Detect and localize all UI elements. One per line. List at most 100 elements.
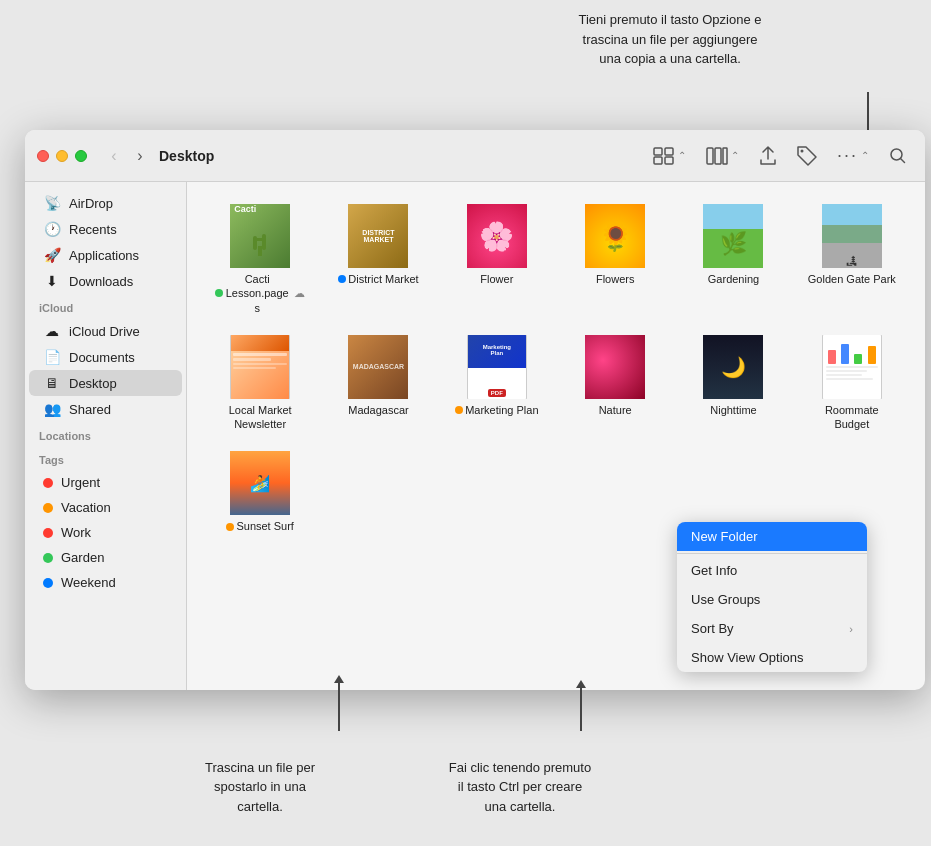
file-local-market-name: Local MarketNewsletter	[229, 403, 292, 432]
traffic-lights	[37, 150, 87, 162]
content-area: 📡 AirDrop 🕐 Recents 🚀 Applications ⬇ Dow…	[25, 182, 925, 690]
file-cacti-name: CactiLesson.pages ☁	[215, 272, 305, 315]
sidebar-item-urgent[interactable]: Urgent	[29, 470, 182, 495]
airdrop-icon: 📡	[43, 195, 61, 211]
applications-icon: 🚀	[43, 247, 61, 263]
close-button[interactable]	[37, 150, 49, 162]
more-button[interactable]: ··· ⌃	[831, 141, 875, 170]
ctx-show-view-options[interactable]: Show View Options	[677, 643, 867, 672]
svg-rect-4	[707, 148, 713, 164]
view-chevron: ⌃	[678, 150, 686, 161]
sidebar-item-recents[interactable]: 🕐 Recents	[29, 216, 182, 242]
window-title: Desktop	[159, 148, 214, 164]
svg-rect-6	[723, 148, 727, 164]
svg-rect-9	[258, 246, 262, 256]
sidebar-item-documents[interactable]: 📄 Documents	[29, 344, 182, 370]
file-sunset[interactable]: 🏄 Sunset Surf	[203, 445, 317, 539]
svg-rect-5	[715, 148, 721, 164]
fullscreen-button[interactable]	[75, 150, 87, 162]
sidebar-item-vacation[interactable]: Vacation	[29, 495, 182, 520]
arrow-bottom-right-head	[576, 680, 586, 688]
ctx-new-folder[interactable]: New Folder	[677, 522, 867, 551]
svg-rect-0	[654, 148, 662, 155]
svg-point-7	[800, 149, 803, 152]
ctx-sort-by[interactable]: Sort By ›	[677, 614, 867, 643]
file-flower-name: Flower	[480, 272, 513, 286]
svg-rect-3	[665, 157, 673, 164]
sidebar-item-icloud-drive[interactable]: ☁ iCloud Drive	[29, 318, 182, 344]
files-grid: Cacti	[203, 198, 909, 540]
sidebar-item-desktop[interactable]: 🖥 Desktop	[29, 370, 182, 396]
vacation-dot	[43, 503, 53, 513]
sidebar-item-airdrop[interactable]: 📡 AirDrop	[29, 190, 182, 216]
weekend-dot	[43, 578, 53, 588]
files-area: Cacti	[187, 182, 925, 690]
file-roommate[interactable]: RoommateBudget	[795, 329, 909, 438]
svg-rect-2	[654, 157, 662, 164]
urgent-dot	[43, 478, 53, 488]
arrow-bottom-left-head	[334, 675, 344, 683]
documents-icon: 📄	[43, 349, 61, 365]
back-button[interactable]: ‹	[103, 145, 125, 167]
view-list-button[interactable]: ⌃	[700, 143, 745, 169]
shared-icon: 👥	[43, 401, 61, 417]
sort-by-chevron: ›	[849, 623, 853, 635]
file-sunset-name: Sunset Surf	[226, 519, 293, 533]
recents-icon: 🕐	[43, 221, 61, 237]
ctx-separator-1	[677, 553, 867, 554]
file-flowers-name: Flowers	[596, 272, 635, 286]
file-madagascar[interactable]: MADAGASCAR Madagascar	[321, 329, 435, 438]
work-dot	[43, 528, 53, 538]
minimize-button[interactable]	[56, 150, 68, 162]
sidebar-item-shared[interactable]: 👥 Shared	[29, 396, 182, 422]
sidebar-item-downloads[interactable]: ⬇ Downloads	[29, 268, 182, 294]
locations-section-label: Locations	[25, 422, 186, 446]
file-district[interactable]: DISTRICTMARKET District Market	[321, 198, 435, 321]
tags-section-label: Tags	[25, 446, 186, 470]
ctx-use-groups[interactable]: Use Groups	[677, 585, 867, 614]
desktop-icon: 🖥	[43, 375, 61, 391]
search-button[interactable]	[883, 143, 913, 169]
ctx-get-info[interactable]: Get Info	[677, 556, 867, 585]
arrow-bottom-left-line	[338, 681, 340, 731]
forward-button[interactable]: ›	[129, 145, 151, 167]
file-gardening[interactable]: 🌿 Gardening	[676, 198, 790, 321]
svg-rect-11	[257, 238, 262, 241]
file-flowers[interactable]: 🌻 Flowers	[558, 198, 672, 321]
file-nature-name: Nature	[599, 403, 632, 417]
sidebar-item-applications[interactable]: 🚀 Applications	[29, 242, 182, 268]
sidebar-item-work[interactable]: Work	[29, 520, 182, 545]
downloads-icon: ⬇	[43, 273, 61, 289]
titlebar: ‹ › Desktop ⌃	[25, 130, 925, 182]
file-marketing[interactable]: MarketingPlan PDF Marketing Plan	[440, 329, 554, 438]
annotation-bottom-right: Fai clic tenendo premuto il tasto Ctrl p…	[400, 758, 640, 817]
file-nature[interactable]: Nature	[558, 329, 672, 438]
sidebar: 📡 AirDrop 🕐 Recents 🚀 Applications ⬇ Dow…	[25, 182, 187, 690]
icloud-drive-icon: ☁	[43, 323, 61, 339]
svg-rect-10	[253, 236, 257, 250]
file-roommate-name: RoommateBudget	[825, 403, 879, 432]
sidebar-item-weekend[interactable]: Weekend	[29, 570, 182, 595]
file-golden-gate[interactable]: 🏞 Golden Gate Park	[795, 198, 909, 321]
file-gardening-name: Gardening	[708, 272, 759, 286]
svg-rect-13	[262, 240, 266, 243]
annotation-top: Tieni premuto il tasto Opzione e trascin…	[480, 10, 860, 69]
svg-rect-1	[665, 148, 673, 155]
list-chevron: ⌃	[731, 150, 739, 161]
file-cacti[interactable]: Cacti	[203, 198, 317, 321]
share-button[interactable]	[753, 142, 783, 170]
file-local-market[interactable]: Local MarketNewsletter	[203, 329, 317, 438]
context-menu: New Folder Get Info Use Groups Sort By ›…	[677, 522, 867, 672]
view-grid-button[interactable]: ⌃	[647, 143, 692, 169]
file-flower[interactable]: 🌸 Flower	[440, 198, 554, 321]
tag-button[interactable]	[791, 142, 823, 170]
file-nighttime[interactable]: 🌙 Nighttime	[676, 329, 790, 438]
icloud-section-label: iCloud	[25, 294, 186, 318]
garden-dot	[43, 553, 53, 563]
file-marketing-name: Marketing Plan	[455, 403, 538, 417]
file-madagascar-name: Madagascar	[348, 403, 409, 417]
toolbar-icons: ⌃ ⌃	[647, 141, 913, 170]
finder-window: ‹ › Desktop ⌃	[25, 130, 925, 690]
sidebar-item-garden[interactable]: Garden	[29, 545, 182, 570]
file-district-name: District Market	[338, 272, 418, 286]
